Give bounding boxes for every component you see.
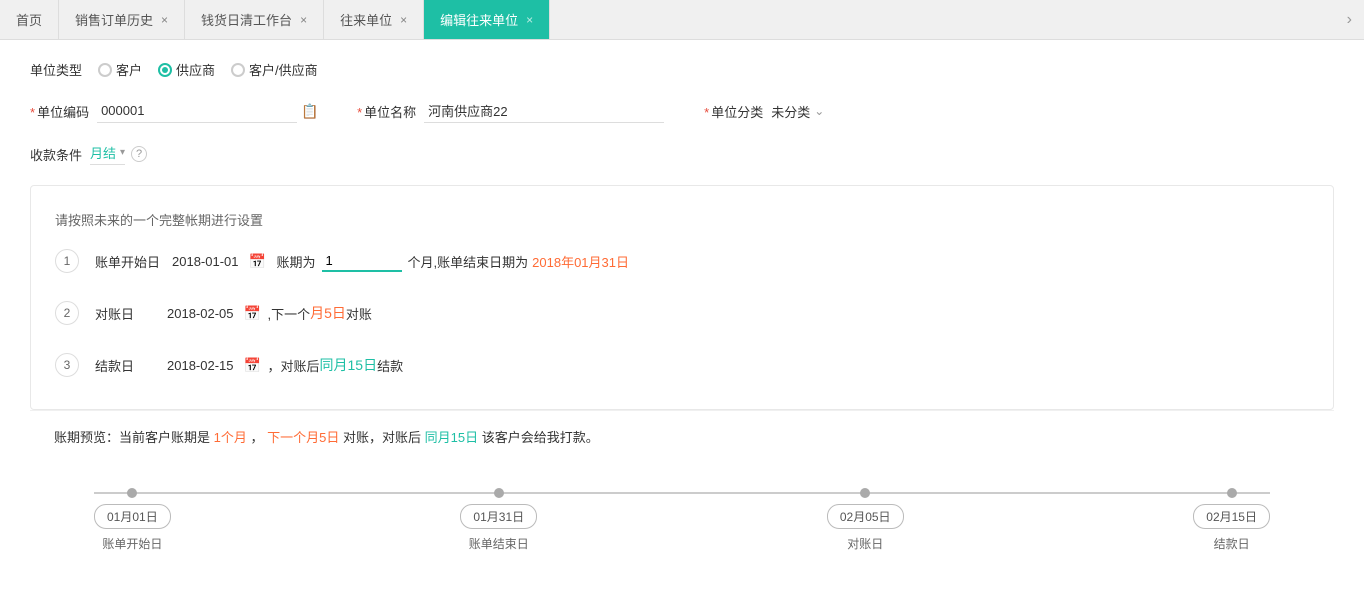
step-3-suffix-pre: ，对账后: [268, 356, 320, 375]
unit-classify-label: 单位分类: [704, 102, 763, 121]
unit-type-radio-group: 客户 供应商 客户/供应商: [98, 60, 318, 79]
unit-type-label: 单位类型: [30, 60, 82, 79]
tab-bar: 首页 销售订单历史 × 钱货日清工作台 × 往来单位 × 编辑往来单位 × ›: [0, 0, 1364, 40]
preview-section: 账期预览：当前客户账期是 1个月 ， 下一个月5日 对账，对账后 同月15日 该…: [30, 410, 1334, 568]
tab-close-sales-history[interactable]: ×: [161, 13, 168, 27]
period-value-input[interactable]: [322, 251, 402, 272]
step-2-label: 对账日: [95, 304, 155, 323]
unit-name-input[interactable]: [424, 99, 664, 123]
step-1-label: 账单开始日: [95, 252, 160, 271]
timeline-points: 01月01日 账单开始日 01月31日 账单结束日 02月05日: [94, 466, 1270, 552]
timeline-badge-1: 01月31日: [460, 504, 537, 529]
unit-code-copy-icon[interactable]: 📋: [301, 103, 317, 119]
unit-info-row: 单位编码 📋 单位名称 单位分类 未分类 ⌄: [30, 99, 1334, 123]
step-1-period-unit: 个月,账单结束日期为: [408, 252, 529, 271]
tab-home[interactable]: 首页: [0, 0, 59, 39]
step-3-suffix-teal: 同月15日: [320, 355, 378, 375]
timeline-label-0: 账单开始日: [102, 535, 162, 552]
step-1-date: 2018-01-01: [172, 254, 239, 269]
payment-value: 月结: [90, 143, 116, 162]
step-3-row: 3 结款日 2018-02-15 📅 ，对账后 同月15日 结款: [55, 353, 1309, 377]
unit-classify-dropdown[interactable]: 未分类 ⌄: [771, 102, 824, 121]
step-2-suffix-pre: ,下一个: [268, 304, 311, 323]
radio-supplier[interactable]: 供应商: [158, 60, 215, 79]
payment-help-icon[interactable]: ?: [131, 146, 147, 162]
preview-orange1: 1个月: [214, 430, 247, 445]
step-1-period-label: 账期为: [277, 252, 316, 271]
payment-label: 收款条件: [30, 145, 82, 164]
tab-edit-partner[interactable]: 编辑往来单位 ×: [424, 0, 550, 39]
timeline-dot-3: [1227, 488, 1237, 498]
step-2-row: 2 对账日 2018-02-05 📅 ,下一个 月5日 对账: [55, 301, 1309, 325]
preview-orange2: 下一个月5日: [267, 430, 339, 445]
step-2-cal-icon[interactable]: 📅: [244, 305, 260, 321]
step-1-end-date: 2018年01月31日: [532, 252, 629, 271]
period-section: 请按照未来的一个完整帐期进行设置 1 账单开始日 2018-01-01 📅 账期…: [30, 185, 1334, 410]
timeline-label-1: 账单结束日: [469, 535, 529, 552]
timeline-dot-0: [127, 488, 137, 498]
timeline-container: 01月01日 账单开始日 01月31日 账单结束日 02月05日: [54, 466, 1310, 552]
timeline-point-3: 02月15日 结款日: [1193, 466, 1270, 552]
preview-teal: 同月15日: [425, 430, 478, 445]
step-2-date: 2018-02-05: [167, 306, 234, 321]
timeline-dot-1: [494, 488, 504, 498]
timeline-point-0: 01月01日 账单开始日: [94, 466, 171, 552]
step-1-num: 1: [55, 249, 79, 273]
step-2-suffix-post: 对账: [346, 304, 372, 323]
payment-row: 收款条件 月结 ▾ ?: [30, 143, 1334, 165]
tab-more-arrow[interactable]: ›: [1335, 11, 1364, 29]
tab-close-partner[interactable]: ×: [400, 13, 407, 27]
tab-partner[interactable]: 往来单位 ×: [324, 0, 424, 39]
step-3-suffix-post: 结款: [377, 356, 403, 375]
tab-close-edit-partner[interactable]: ×: [526, 13, 533, 27]
unit-classify-group: 单位分类 未分类 ⌄: [704, 102, 824, 121]
timeline-badge-0: 01月01日: [94, 504, 171, 529]
radio-circle-supplier: [158, 63, 172, 77]
step-3-label: 结款日: [95, 356, 155, 375]
payment-dropdown[interactable]: 月结 ▾: [90, 143, 125, 165]
unit-type-row: 单位类型 客户 供应商 客户/供应商: [30, 60, 1334, 79]
radio-both[interactable]: 客户/供应商: [231, 60, 318, 79]
step-1-cal-icon[interactable]: 📅: [249, 253, 265, 269]
timeline-label-3: 结款日: [1214, 535, 1250, 552]
timeline-point-2: 02月05日 对账日: [827, 466, 904, 552]
unit-name-group: 单位名称: [357, 99, 664, 123]
step-3-num: 3: [55, 353, 79, 377]
radio-circle-customer: [98, 63, 112, 77]
section-desc: 请按照未来的一个完整帐期进行设置: [55, 210, 1309, 229]
step-3-date: 2018-02-15: [167, 358, 234, 373]
tab-close-cash-work[interactable]: ×: [300, 13, 307, 27]
payment-dropdown-arrow: ▾: [120, 147, 125, 158]
tab-sales-history[interactable]: 销售订单历史 ×: [59, 0, 185, 39]
step-2-num: 2: [55, 301, 79, 325]
timeline-point-1: 01月31日 账单结束日: [460, 466, 537, 552]
step-2-suffix-orange: 月5日: [310, 303, 346, 323]
unit-code-label: 单位编码: [30, 102, 89, 121]
unit-name-label: 单位名称: [357, 102, 416, 121]
page-content: 单位类型 客户 供应商 客户/供应商 单位编码 📋 单位名称: [0, 40, 1364, 608]
radio-customer[interactable]: 客户: [98, 60, 142, 79]
preview-text: 账期预览：当前客户账期是 1个月 ， 下一个月5日 对账，对账后 同月15日 该…: [54, 427, 1310, 446]
unit-classify-value: 未分类: [771, 102, 810, 121]
timeline-badge-2: 02月05日: [827, 504, 904, 529]
timeline-dot-2: [860, 488, 870, 498]
classify-chevron-icon: ⌄: [814, 104, 824, 118]
step-1-row: 1 账单开始日 2018-01-01 📅 账期为 个月,账单结束日期为 2018…: [55, 249, 1309, 273]
unit-code-input[interactable]: [97, 99, 297, 123]
radio-circle-both: [231, 63, 245, 77]
unit-code-group: 单位编码 📋: [30, 99, 317, 123]
timeline-badge-3: 02月15日: [1193, 504, 1270, 529]
tab-cash-work[interactable]: 钱货日清工作台 ×: [185, 0, 324, 39]
step-3-cal-icon[interactable]: 📅: [244, 357, 260, 373]
timeline-label-2: 对账日: [847, 535, 883, 552]
